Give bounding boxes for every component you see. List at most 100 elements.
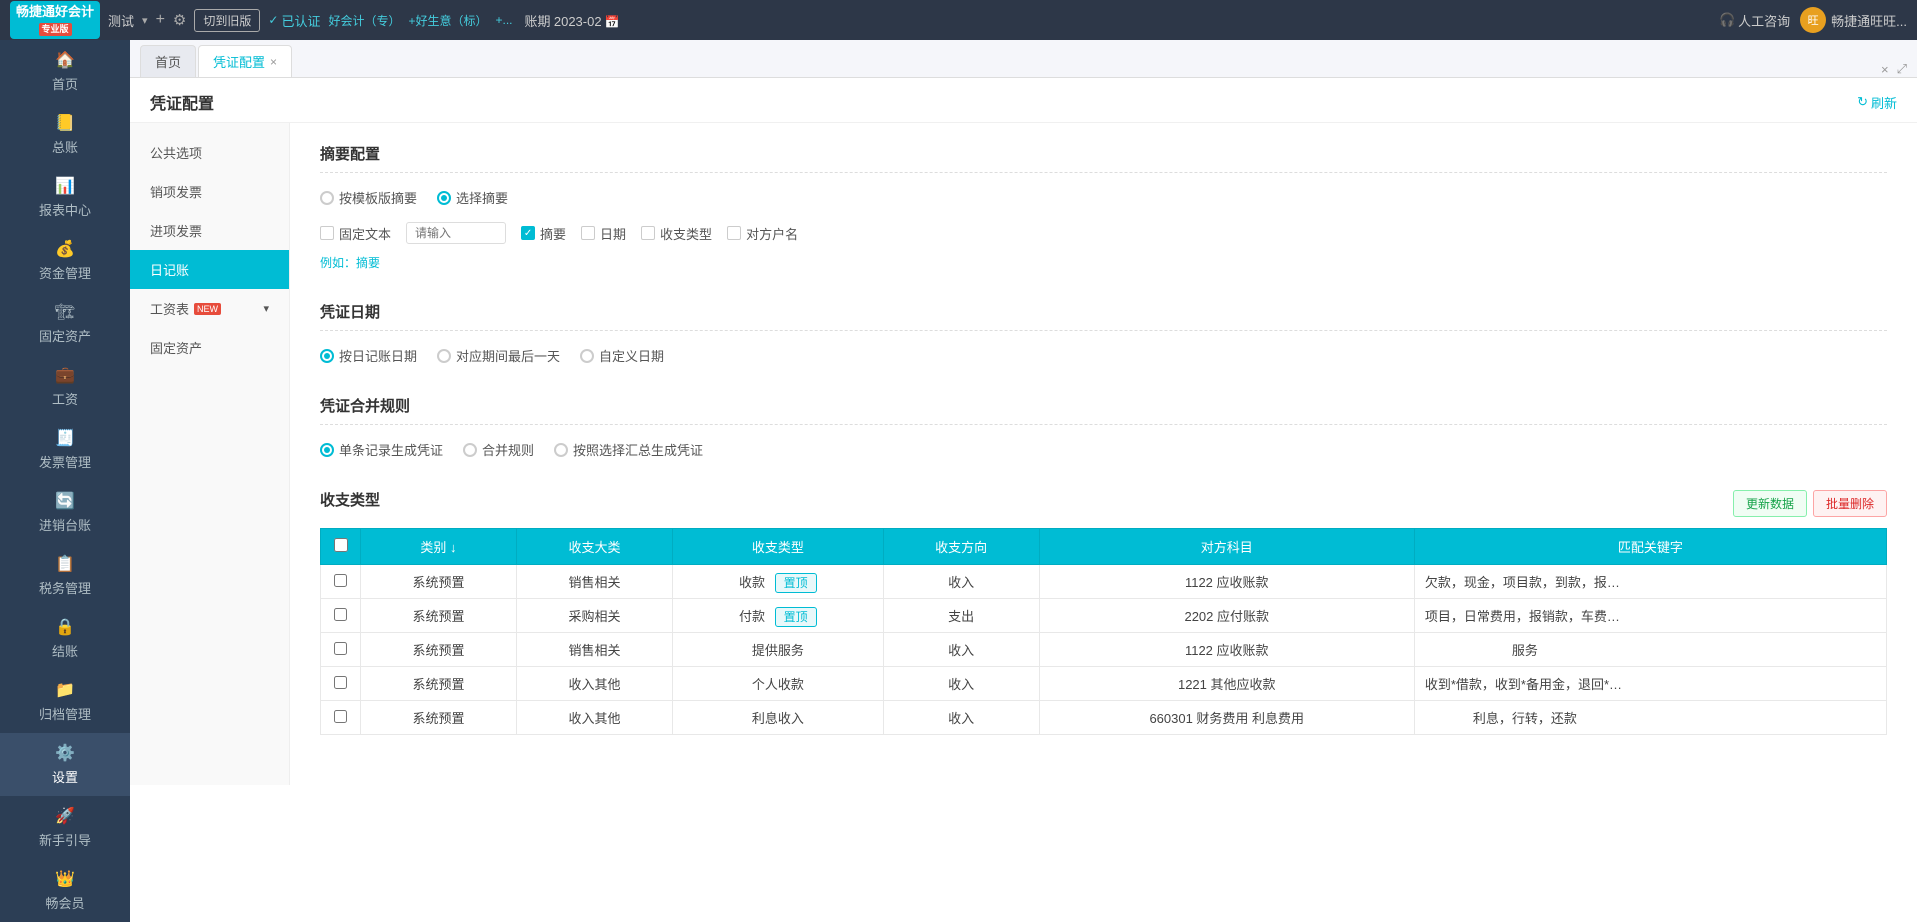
pin-tag[interactable]: 置顶 — [775, 607, 817, 627]
tab-home[interactable]: 首页 — [140, 45, 196, 77]
row-checkbox[interactable] — [334, 608, 347, 621]
row-checkbox[interactable] — [334, 574, 347, 587]
tab-voucher-config[interactable]: 凭证配置 × — [198, 45, 292, 77]
radio-template-summary[interactable]: 按模板版摘要 — [320, 188, 417, 207]
sidebar-item-invoices[interactable]: 🧾 发票管理 — [0, 418, 130, 481]
gear-icon[interactable]: ⚙ — [173, 11, 186, 29]
tab-bar-actions: × ⤢ — [1881, 61, 1907, 77]
row-checkbox-cell[interactable] — [321, 565, 361, 599]
radio-merge-rule[interactable]: 合并规则 — [463, 440, 534, 459]
row-type: 个人收款 — [672, 667, 883, 701]
header-keywords: 匹配关键字 — [1414, 529, 1886, 565]
radio-aggregate[interactable]: 按照选择汇总生成凭证 — [554, 440, 703, 459]
radio-select-summary[interactable]: 选择摘要 — [437, 188, 508, 207]
table-body: 系统预置 销售相关 收款 置顶 收入 1122 应收账款 欠款，现金，项目款，到… — [321, 565, 1887, 735]
radio-custom-date[interactable]: 自定义日期 — [580, 346, 664, 365]
checkbox-type[interactable]: 收支类型 — [641, 224, 712, 243]
sidebar-item-purchase-sales[interactable]: 🔄 进销台账 — [0, 481, 130, 544]
checkbox-date[interactable]: 日期 — [581, 224, 626, 243]
left-nav-item-diary[interactable]: 日记账 — [130, 250, 289, 289]
voucher-merge-title: 凭证合并规则 — [320, 395, 1887, 425]
top-bar-right: 🎧 人工咨询 旺 畅捷通旺旺... — [1719, 7, 1907, 33]
row-category: 系统预置 — [361, 565, 517, 599]
reports-icon: 📊 — [55, 176, 75, 196]
left-nav-item-purchase-invoice[interactable]: 进项发票 — [130, 211, 289, 250]
summary-config-section: 摘要配置 按模板版摘要 选择摘要 — [320, 143, 1887, 271]
table-header-row: 类别 ↓ 收支大类 收支类型 收支方向 对方科目 匹配关键字 — [321, 529, 1887, 565]
funds-icon: 💰 — [55, 239, 75, 259]
checkbox-fixed-text[interactable]: 固定文本 — [320, 224, 391, 243]
row-checkbox-cell[interactable] — [321, 599, 361, 633]
sidebar-item-tax[interactable]: 📋 税务管理 — [0, 544, 130, 607]
checkbox-row: 固定文本 ✓ 摘要 日期 — [320, 222, 1887, 244]
page-title: 凭证配置 — [150, 90, 214, 114]
radio-dot — [463, 443, 477, 457]
row-main-type: 销售相关 — [516, 633, 672, 667]
income-expense-table: 类别 ↓ 收支大类 收支类型 收支方向 对方科目 匹配关键字 — [320, 528, 1887, 735]
row-keywords: 项目，日常费用，报销款，车费，承兑汇票，付款 — [1414, 599, 1886, 633]
row-checkbox[interactable] — [334, 676, 347, 689]
sidebar: 🏠 首页 📒 总账 📊 报表中心 💰 资金管理 🏗 固定资产 💼 工资 🧾 发票… — [0, 40, 130, 922]
sidebar-item-salary[interactable]: 💼 工资 — [0, 355, 130, 418]
checkbox-counterpart[interactable]: 对方户名 — [727, 224, 798, 243]
table-row: 系统预置 收入其他 个人收款 收入 1221 其他应收款 收到*借款，收到*备用… — [321, 667, 1887, 701]
add-icon[interactable]: + — [156, 11, 165, 29]
sidebar-item-closing[interactable]: 🔒 结账 — [0, 607, 130, 670]
close-window-icon[interactable]: × — [1881, 62, 1889, 77]
expand-arrow-icon: ▾ — [263, 302, 269, 315]
row-main-type: 销售相关 — [516, 565, 672, 599]
sidebar-item-funds[interactable]: 💰 资金管理 — [0, 229, 130, 292]
header-type: 收支类型 — [672, 529, 883, 565]
sidebar-item-label: 首页 — [52, 74, 78, 93]
tab-close-icon[interactable]: × — [270, 55, 277, 69]
product-tag-3: +... — [495, 13, 512, 27]
service-button[interactable]: 🎧 人工咨询 — [1719, 11, 1790, 30]
header-main-type: 收支大类 — [516, 529, 672, 565]
sidebar-item-label: 设置 — [52, 767, 78, 786]
row-keywords: 利息，行转，还款 — [1414, 701, 1886, 735]
checkbox-summary[interactable]: ✓ 摘要 — [521, 224, 566, 243]
row-checkbox[interactable] — [334, 710, 347, 723]
batch-delete-button[interactable]: 批量删除 — [1813, 490, 1887, 517]
sidebar-item-home[interactable]: 🏠 首页 — [0, 40, 130, 103]
sidebar-item-assets[interactable]: 🏗 固定资产 — [0, 292, 130, 355]
row-subject: 1221 其他应收款 — [1039, 667, 1414, 701]
row-checkbox-cell[interactable] — [321, 667, 361, 701]
refresh-button[interactable]: ↻ 刷新 — [1857, 93, 1897, 112]
config-layout: 公共选项 销项发票 进项发票 日记账 工资表 NEW ▾ — [130, 123, 1917, 785]
dropdown-arrow-icon[interactable]: ▾ — [142, 14, 148, 27]
config-panel: 摘要配置 按模板版摘要 选择摘要 — [290, 123, 1917, 785]
voucher-date-section: 凭证日期 按日记账日期 对应期间最后一天 — [320, 301, 1887, 365]
left-nav-item-fixed-assets[interactable]: 固定资产 — [130, 328, 289, 367]
switch-version-button[interactable]: 切到旧版 — [194, 9, 260, 32]
row-checkbox[interactable] — [334, 642, 347, 655]
sidebar-item-guide[interactable]: 🚀 新手引导 — [0, 796, 130, 859]
radio-period-last[interactable]: 对应期间最后一天 — [437, 346, 560, 365]
sidebar-item-reports[interactable]: 📊 报表中心 — [0, 166, 130, 229]
update-data-button[interactable]: 更新数据 — [1733, 490, 1807, 517]
left-nav-item-public[interactable]: 公共选项 — [130, 133, 289, 172]
sidebar-item-settings[interactable]: ⚙️ 设置 — [0, 733, 130, 796]
row-checkbox-cell[interactable] — [321, 633, 361, 667]
certified-tag: ✓ 已认证 — [268, 11, 320, 30]
row-checkbox-cell[interactable] — [321, 701, 361, 735]
radio-diary-date[interactable]: 按日记账日期 — [320, 346, 417, 365]
test-label: 测试 — [108, 11, 134, 30]
fixed-text-input[interactable] — [406, 222, 506, 244]
sidebar-item-label: 资金管理 — [39, 263, 91, 282]
sidebar-item-ledger[interactable]: 📒 总账 — [0, 103, 130, 166]
left-nav-item-payroll[interactable]: 工资表 NEW ▾ — [130, 289, 289, 328]
main-layout: 🏠 首页 📒 总账 📊 报表中心 💰 资金管理 🏗 固定资产 💼 工资 🧾 发票… — [0, 40, 1917, 922]
sidebar-item-member[interactable]: 👑 畅会员 — [0, 859, 130, 922]
table-row: 系统预置 销售相关 提供服务 收入 1122 应收账款 服务 — [321, 633, 1887, 667]
expand-window-icon[interactable]: ⤢ — [1897, 61, 1907, 77]
row-category: 系统预置 — [361, 701, 517, 735]
voucher-date-radio-group: 按日记账日期 对应期间最后一天 自定义日期 — [320, 346, 1887, 365]
sidebar-item-archive[interactable]: 📁 归档管理 — [0, 670, 130, 733]
sidebar-item-label: 固定资产 — [39, 326, 91, 345]
left-nav-item-sales-invoice[interactable]: 销项发票 — [130, 172, 289, 211]
radio-dot — [320, 191, 334, 205]
select-all-checkbox[interactable] — [334, 538, 348, 552]
pin-tag[interactable]: 置顶 — [775, 573, 817, 593]
radio-single-record[interactable]: 单条记录生成凭证 — [320, 440, 443, 459]
